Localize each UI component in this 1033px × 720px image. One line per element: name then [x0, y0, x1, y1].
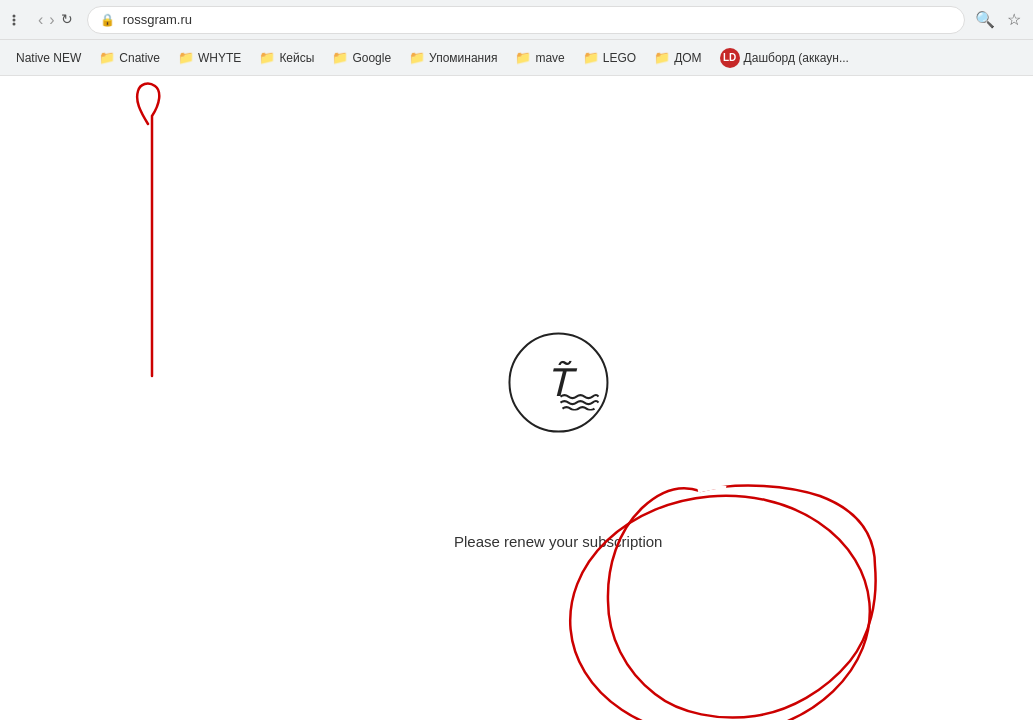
reload-button[interactable]: ↻: [61, 11, 73, 29]
browser-actions: 🔍 ☆: [975, 10, 1021, 29]
folder-icon: 📁: [654, 50, 670, 65]
browser-bar: ‹ › ↻ 🔒 rossgram.ru 🔍 ☆: [0, 0, 1033, 40]
bookmark-label: LEGO: [603, 51, 636, 65]
bookmark-label: Google: [352, 51, 391, 65]
bookmark-label: WHYTE: [198, 51, 241, 65]
bookmark-label: mave: [535, 51, 564, 65]
browser-dots: [12, 12, 28, 28]
bookmark-lego[interactable]: 📁 LEGO: [575, 46, 644, 69]
bookmark-dom[interactable]: 📁 ДОМ: [646, 46, 709, 69]
bookmark-native-new[interactable]: Native NEW: [8, 47, 89, 69]
url-text: rossgram.ru: [123, 12, 192, 27]
folder-icon: 📁: [583, 50, 599, 65]
browser-menu-icon[interactable]: [12, 12, 28, 28]
svg-point-1: [13, 18, 16, 21]
address-bar[interactable]: 🔒 rossgram.ru: [87, 6, 965, 34]
folder-icon: 📁: [178, 50, 194, 65]
tilda-letter: T̃: [547, 361, 570, 405]
bookmark-label: Native NEW: [16, 51, 81, 65]
bookmark-keysy[interactable]: 📁 Кейсы: [251, 46, 322, 69]
bookmark-dashbord[interactable]: LD Дашборд (аккаун...: [712, 44, 857, 72]
back-button[interactable]: ‹: [38, 11, 43, 29]
page-content: T̃ Please renew your subscription: [0, 76, 1033, 720]
renew-message: Please renew your subscription: [454, 533, 662, 551]
tilda-logo: T̃: [508, 333, 608, 433]
svg-point-0: [13, 14, 16, 17]
folder-icon: 📁: [409, 50, 425, 65]
bookmark-mave[interactable]: 📁 mave: [507, 46, 572, 69]
bookmark-cnative[interactable]: 📁 Сnative: [91, 46, 168, 69]
bookmarks-bar: Native NEW 📁 Сnative 📁 WHYTE 📁 Кейсы 📁 G…: [0, 40, 1033, 76]
forward-button[interactable]: ›: [49, 11, 54, 29]
search-icon[interactable]: 🔍: [975, 10, 995, 29]
site-icon: 🔒: [100, 13, 115, 27]
renew-text: Please renew your subscription: [454, 533, 662, 550]
bookmark-whyte[interactable]: 📁 WHYTE: [170, 46, 249, 69]
bookmark-upominaniya[interactable]: 📁 Упоминания: [401, 46, 505, 69]
bookmark-label: ДОМ: [674, 51, 701, 65]
bookmark-label: Дашборд (аккаун...: [744, 51, 849, 65]
bookmark-label: Упоминания: [429, 51, 497, 65]
folder-icon: 📁: [259, 50, 275, 65]
bookmark-star-icon[interactable]: ☆: [1007, 10, 1021, 29]
nav-buttons: ‹ › ↻: [38, 11, 73, 29]
folder-icon: 📁: [515, 50, 531, 65]
folder-icon: 📁: [332, 50, 348, 65]
tilda-expired-container: T̃ Please renew your subscription: [454, 333, 662, 551]
bookmark-google[interactable]: 📁 Google: [324, 46, 399, 69]
account-badge: LD: [720, 48, 740, 68]
folder-icon: 📁: [99, 50, 115, 65]
bookmark-label: Сnative: [119, 51, 160, 65]
bookmark-label: Кейсы: [279, 51, 314, 65]
svg-point-2: [13, 22, 16, 25]
